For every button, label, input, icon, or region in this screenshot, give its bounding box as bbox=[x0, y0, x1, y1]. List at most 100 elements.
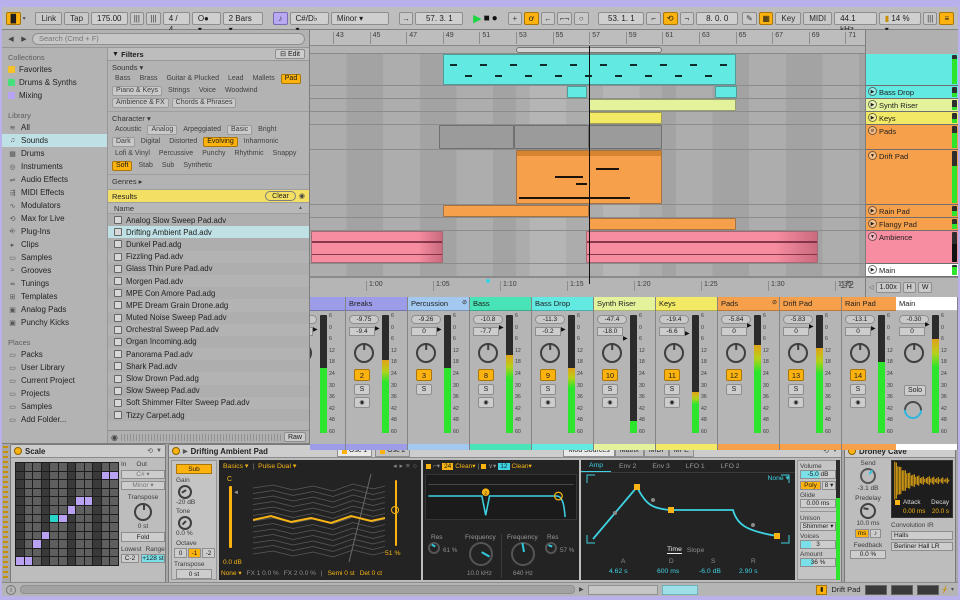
scale-cell[interactable] bbox=[58, 557, 67, 565]
track-header-bass-drop[interactable]: ▶ Bass Drop bbox=[866, 86, 958, 99]
transpose-knob[interactable] bbox=[134, 503, 152, 521]
clip-Pads-2[interactable] bbox=[589, 125, 663, 149]
env-display[interactable] bbox=[585, 473, 791, 545]
automation-arm-icon[interactable]: ơ bbox=[524, 11, 539, 25]
sidebar-item-audio-effects[interactable]: ⇌ Audio Effects bbox=[2, 173, 107, 186]
arrangement-lanes[interactable] bbox=[310, 54, 865, 277]
scale-cell[interactable] bbox=[101, 488, 110, 497]
scale-cell[interactable] bbox=[50, 471, 58, 480]
pan-knob[interactable] bbox=[904, 343, 924, 363]
gain-knob[interactable] bbox=[178, 485, 192, 499]
scale-cell[interactable] bbox=[33, 548, 41, 557]
raw-button[interactable]: Raw bbox=[283, 432, 306, 442]
arm-button[interactable]: ◉ bbox=[602, 397, 618, 408]
filter-tag-sub[interactable]: Sub bbox=[159, 161, 177, 171]
result-item-5[interactable]: Morgen Pad.adv bbox=[108, 274, 309, 288]
scale-cell[interactable] bbox=[76, 480, 84, 488]
sub-button[interactable]: Sub bbox=[176, 464, 212, 474]
track-header-synth-riser[interactable]: ▶ Synth Riser bbox=[866, 99, 958, 112]
env-tab-env-3[interactable]: Env 3 bbox=[644, 461, 677, 472]
place-item-3[interactable]: ▭ Projects bbox=[2, 387, 107, 400]
filter-tag-arpeggiated[interactable]: Arpeggiated bbox=[180, 125, 224, 135]
scale-mode-icon[interactable]: ♪ bbox=[272, 11, 288, 25]
filter-tag-voice[interactable]: Voice bbox=[196, 86, 219, 96]
clip-Pads-1[interactable] bbox=[514, 125, 590, 149]
lane-keys[interactable] bbox=[310, 112, 865, 125]
scale-cell[interactable] bbox=[101, 497, 110, 505]
track-activator-button[interactable]: 12 bbox=[726, 369, 742, 381]
filter-tag-ambience-fx[interactable]: Ambience & FX bbox=[112, 98, 169, 108]
genres-filter-title[interactable]: Genres ▸ bbox=[108, 175, 309, 190]
zoom-height-button[interactable]: H bbox=[902, 282, 916, 293]
filter-tag-inharmonic[interactable]: Inharmonic bbox=[241, 137, 282, 147]
scale-cell[interactable] bbox=[58, 548, 67, 557]
preview-waveform[interactable] bbox=[120, 433, 281, 441]
clear-filters-button[interactable]: Clear bbox=[265, 191, 296, 201]
scale-cell[interactable] bbox=[76, 471, 84, 480]
collection-item-1[interactable]: Drums & Synths bbox=[2, 76, 107, 89]
solo-button[interactable]: S bbox=[540, 384, 556, 395]
sidebar-item-all[interactable]: ≋ All bbox=[2, 121, 107, 134]
scale-cell[interactable] bbox=[50, 505, 58, 514]
filter-tag-dark[interactable]: Dark bbox=[112, 137, 135, 147]
scale-cell[interactable] bbox=[84, 531, 93, 540]
scale-cell[interactable] bbox=[24, 523, 33, 531]
sub-transpose-value[interactable]: 0 st bbox=[176, 569, 212, 579]
place-item-2[interactable]: ▭ Current Project bbox=[2, 374, 107, 387]
track-activator-button[interactable]: 13 bbox=[788, 369, 804, 381]
scale-cell[interactable] bbox=[67, 557, 76, 565]
scale-cell[interactable] bbox=[110, 523, 118, 531]
scale-cell[interactable] bbox=[101, 540, 110, 548]
scale-cell[interactable] bbox=[84, 497, 93, 505]
arm-button[interactable]: ◉ bbox=[788, 397, 804, 408]
voices-value[interactable]: 3 bbox=[800, 540, 836, 549]
scale-cell[interactable] bbox=[41, 557, 50, 565]
pan-knob[interactable] bbox=[478, 343, 498, 363]
scale-cell[interactable] bbox=[24, 497, 33, 505]
result-item-16[interactable]: Tizzy Carpet.adg bbox=[108, 409, 309, 422]
clip-Flangy Pad-0[interactable] bbox=[589, 218, 736, 230]
volume-field[interactable]: 0 bbox=[721, 327, 747, 336]
freq1-knob[interactable] bbox=[469, 542, 493, 566]
scale-cell[interactable] bbox=[93, 505, 101, 514]
next-wave-icon[interactable]: ▸ bbox=[400, 462, 403, 470]
scale-cell[interactable] bbox=[110, 471, 118, 480]
fold-button[interactable]: Fold bbox=[121, 532, 165, 542]
ms-button[interactable]: ms bbox=[855, 529, 869, 538]
filter-tag-bright[interactable]: Bright bbox=[255, 125, 279, 135]
osc-semi[interactable]: Semi 0 st bbox=[328, 570, 355, 577]
scale-cell[interactable] bbox=[24, 531, 33, 540]
scale-cell[interactable] bbox=[93, 488, 101, 497]
scale-root-selector[interactable]: C#/D♭ ▾ bbox=[289, 11, 329, 34]
fader-marker[interactable]: ▶ bbox=[375, 325, 380, 332]
beat-time-ruler[interactable]: 43 45 47 49 51 53 55 57 59 61 63 65 67 69 71 bbox=[310, 30, 865, 46]
scale-cell[interactable] bbox=[16, 531, 24, 540]
scale-cell[interactable] bbox=[93, 497, 101, 505]
poly-button[interactable]: Poly bbox=[800, 481, 821, 490]
ir-category-select[interactable]: Halls bbox=[891, 531, 953, 540]
scale-cell[interactable] bbox=[16, 505, 24, 514]
scale-cell[interactable] bbox=[67, 540, 76, 548]
sidebar-item-clips[interactable]: ▸ Clips bbox=[2, 238, 107, 251]
loop-length-field[interactable]: 8. 0. 0 bbox=[696, 11, 739, 25]
scale-cell[interactable] bbox=[101, 531, 110, 540]
peak-level-button[interactable]: -11.3 bbox=[535, 315, 565, 324]
filter-tag-lofi-vinyl[interactable]: Lofi & Vinyl bbox=[112, 149, 153, 159]
osc-fx1[interactable]: FX 1 0.0 % bbox=[247, 570, 279, 577]
pan-knob[interactable] bbox=[726, 343, 746, 363]
scale-cell[interactable] bbox=[16, 480, 24, 488]
sidebar-item-midi-effects[interactable]: ⇶ MIDI Effects bbox=[2, 186, 107, 199]
solo-button[interactable]: S bbox=[788, 384, 804, 395]
osc-category-select[interactable]: Basics ▾ bbox=[223, 462, 248, 470]
midi-map-button[interactable]: MIDI bbox=[803, 11, 833, 25]
env-tab-lfo-2[interactable]: LFO 2 bbox=[713, 461, 748, 472]
scale-cell[interactable] bbox=[50, 514, 58, 523]
volume-field[interactable]: -9.4 bbox=[349, 327, 375, 336]
lane-pads[interactable] bbox=[310, 125, 865, 150]
scale-cell[interactable] bbox=[84, 523, 93, 531]
filter-tag-distorted[interactable]: Distorted bbox=[166, 137, 200, 147]
arm-button[interactable]: ◉ bbox=[664, 397, 680, 408]
menu-hamburger-icon[interactable]: ≡ bbox=[939, 11, 955, 25]
track-play-icon[interactable]: ▶ bbox=[868, 219, 877, 228]
sidebar-item-punchy-kicks[interactable]: ▣ Punchy Kicks bbox=[2, 316, 107, 329]
